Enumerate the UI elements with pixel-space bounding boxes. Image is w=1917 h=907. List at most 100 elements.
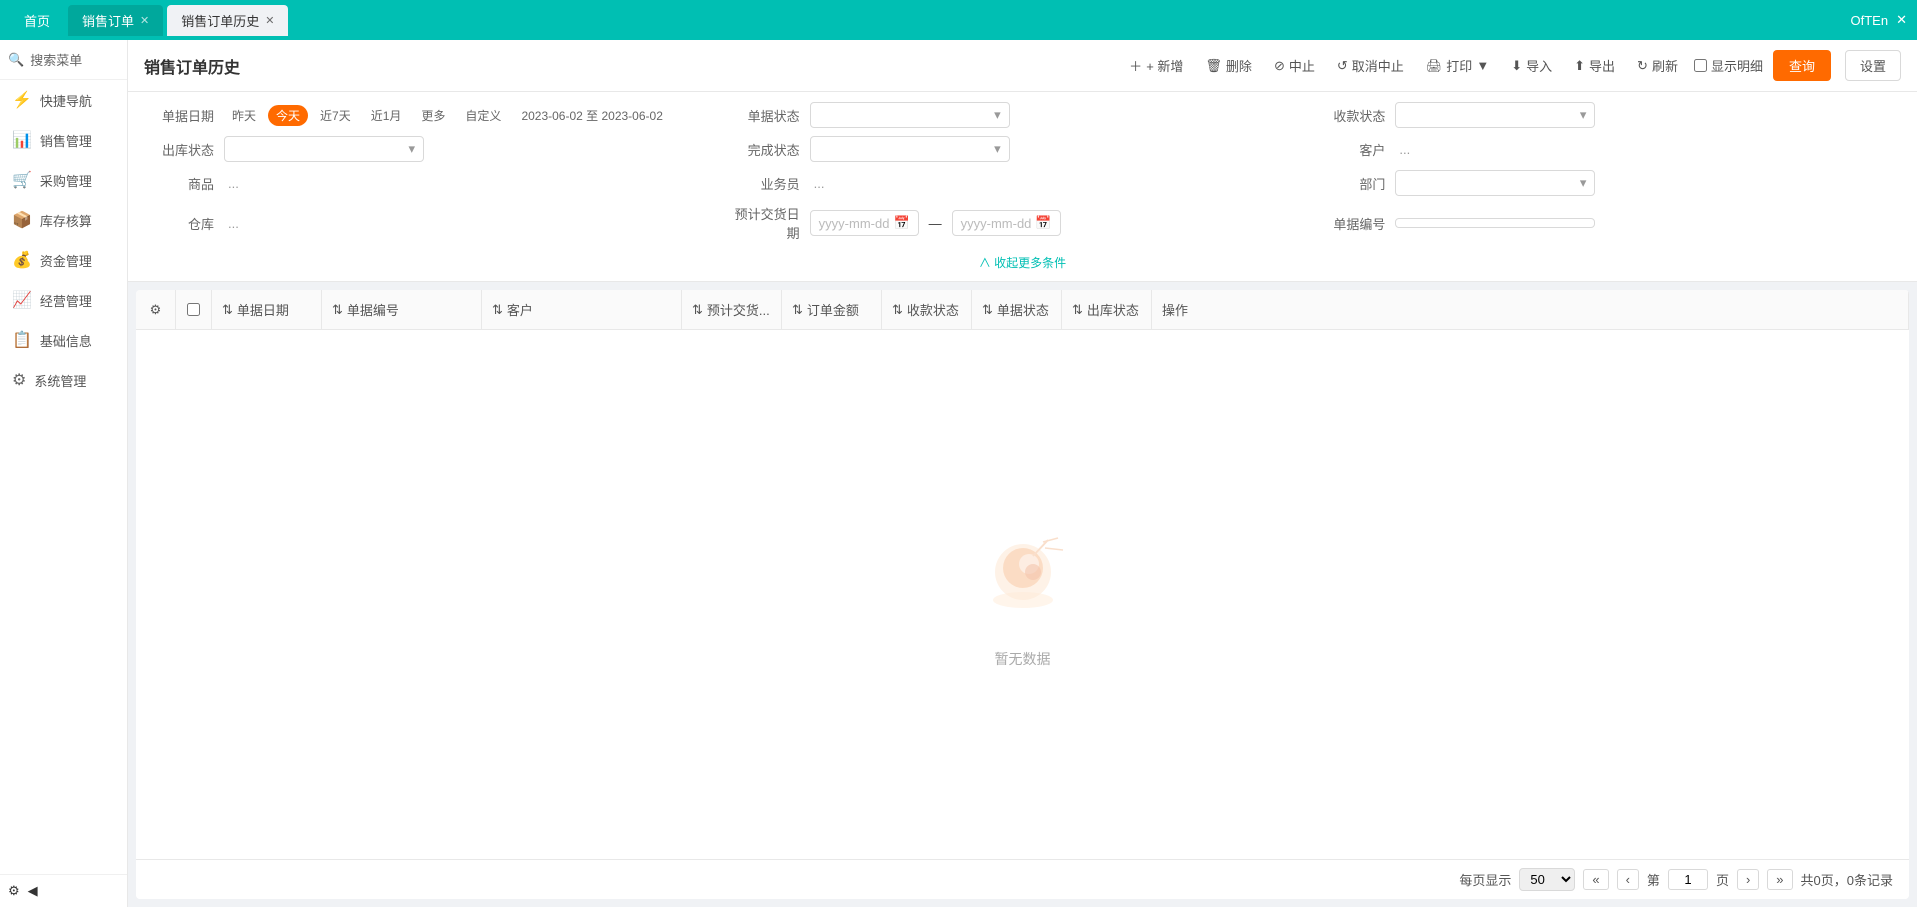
payment-status-label: 收款状态 [1315,106,1395,125]
sidebar-bottom: ⚙ ◀ [0,874,127,907]
sidebar-item-label: 采购管理 [40,171,92,190]
warehouse-select[interactable]: ... [228,216,239,231]
filter-row-1: 单据日期 昨天 今天 近7天 近1月 更多 自定义 2023-06-02 至 2… [144,102,1901,128]
order-status-label: 单据状态 [730,106,810,125]
content-area: 销售订单历史 ＋ + 新增 🗑 删除 ⊘ 中止 ↺ 取消中止 [128,40,1917,907]
sidebar-item-sales[interactable]: 📊 销售管理 [0,120,127,160]
tab-home[interactable]: 首页 [10,5,64,36]
close-tab-sales-order[interactable]: ✕ [140,14,149,27]
sidebar-settings-icon[interactable]: ⚙ [8,883,20,899]
th-status[interactable]: ⇅ 单据状态 [972,290,1062,329]
sidebar-item-inventory[interactable]: 📦 库存核算 [0,200,127,240]
warehouse-status-label: 出库状态 [144,140,224,159]
payment-status-arrow: ▾ [1580,107,1587,123]
sidebar-item-quick-nav[interactable]: ⚡ 快捷导航 [0,80,127,120]
export-button[interactable]: ⬆ 导出 [1568,52,1621,79]
th-settings[interactable]: ⚙ [136,290,176,329]
sidebar-item-system[interactable]: ⚙ 系统管理 [0,360,127,400]
collapse-bar[interactable]: ∧ 收起更多条件 [144,250,1901,271]
cancel-stop-icon: ↺ [1337,58,1348,74]
top-close-btn[interactable]: ✕ [1896,12,1907,28]
new-button[interactable]: ＋ + 新增 [1123,52,1189,79]
display-detail-check[interactable]: 显示明细 [1694,56,1763,75]
refresh-button[interactable]: ↻ 刷新 [1631,52,1684,79]
sidebar-item-label: 销售管理 [40,131,92,150]
complete-status-select[interactable]: ▾ [810,136,1010,162]
department-label: 部门 [1315,174,1395,193]
settings-icon: ⚙ [150,302,162,318]
th-checkbox[interactable] [176,290,212,329]
prev-page-button[interactable]: ‹ [1617,869,1639,890]
sidebar-item-management[interactable]: 📈 经营管理 [0,280,127,320]
date-label: 单据日期 [144,106,224,125]
delete-icon: 🗑 [1205,58,1222,74]
department-select[interactable]: ▾ [1395,170,1595,196]
stop-button[interactable]: ⊘ 中止 [1268,52,1321,79]
th-warehouse-status[interactable]: ⇅ 出库状态 [1062,290,1152,329]
system-icon: ⚙ [12,370,26,390]
next-page-button[interactable]: › [1737,869,1759,890]
print-arrow-icon: ▼ [1476,58,1489,73]
sidebar-collapse-icon[interactable]: ◀ [28,883,38,899]
warehouse-status-select[interactable]: ▾ [224,136,424,162]
sidebar-item-finance[interactable]: 💰 资金管理 [0,240,127,280]
delete-button[interactable]: 🗑 删除 [1199,52,1258,79]
th-order[interactable]: ⇅ 单据编号 [322,290,482,329]
filter-area: 单据日期 昨天 今天 近7天 近1月 更多 自定义 2023-06-02 至 2… [128,92,1917,282]
page-title: 销售订单历史 [144,54,240,78]
quick-nav-icon: ⚡ [12,90,32,110]
page-label: 第 [1647,870,1660,889]
pill-custom[interactable]: 自定义 [457,105,509,126]
last-page-button[interactable]: » [1767,869,1792,890]
sort-icon: ⇅ [492,302,503,318]
toolbar: ＋ + 新增 🗑 删除 ⊘ 中止 ↺ 取消中止 🖨 打印 [1123,50,1901,81]
sidebar-search-label: 搜索菜单 [30,50,82,69]
th-payment[interactable]: ⇅ 收款状态 [882,290,972,329]
page-number-input[interactable] [1668,869,1708,890]
pill-yesterday[interactable]: 昨天 [224,105,264,126]
order-status-select[interactable]: ▾ [810,102,1010,128]
export-icon: ⬆ [1574,58,1585,74]
tab-sales-order[interactable]: 销售订单 ✕ [68,5,163,36]
th-action: 操作 [1152,290,1909,329]
pill-more[interactable]: 更多 [413,105,453,126]
payment-status-select[interactable]: ▾ [1395,102,1595,128]
display-detail-checkbox[interactable] [1694,59,1707,72]
sidebar-search[interactable]: 🔍 搜索菜单 [0,40,127,80]
setting-button[interactable]: 设置 [1845,50,1901,81]
page-size-select[interactable]: 50 10 20 100 [1519,868,1575,891]
order-number-input[interactable] [1395,218,1595,228]
delivery-date-from[interactable]: yyyy-mm-dd 📅 [810,210,919,236]
department-content: ▾ [1395,170,1901,196]
cancel-stop-button[interactable]: ↺ 取消中止 [1331,52,1410,79]
pill-7days[interactable]: 近7天 [312,105,359,126]
salesperson-select[interactable]: ... [814,176,825,191]
first-page-button[interactable]: « [1583,869,1608,890]
product-select[interactable]: ... [228,176,239,191]
th-date[interactable]: ⇅ 单据日期 [212,290,322,329]
delivery-date-to[interactable]: yyyy-mm-dd 📅 [952,210,1061,236]
print-button[interactable]: 🖨 打印 ▼ [1420,52,1495,79]
sort-icon: ⇅ [982,302,993,318]
sidebar-item-purchase[interactable]: 🛒 采购管理 [0,160,127,200]
pill-today[interactable]: 今天 [268,105,308,126]
delivery-date-content: yyyy-mm-dd 📅 — yyyy-mm-dd 📅 [810,210,1316,236]
date-pills: 昨天 今天 近7天 近1月 更多 自定义 [224,105,509,126]
top-right: OfTEn ✕ [1851,12,1907,28]
customer-select[interactable]: ... [1399,142,1410,157]
customer-label: 客户 [1315,140,1395,159]
top-bar: 首页 销售订单 ✕ 销售订单历史 ✕ OfTEn ✕ [0,0,1917,40]
th-amount[interactable]: ⇅ 订单金额 [782,290,882,329]
tab-sales-order-history[interactable]: 销售订单历史 ✕ [167,5,288,36]
select-all-checkbox[interactable] [187,303,200,316]
import-button[interactable]: ⬇ 导入 [1505,52,1558,79]
th-customer[interactable]: ⇅ 客户 [482,290,682,329]
per-page-label: 每页显示 [1459,870,1511,889]
query-button[interactable]: 查询 [1773,50,1831,81]
close-tab-history[interactable]: ✕ [265,14,274,27]
product-content: ... [224,176,730,191]
pill-1month[interactable]: 近1月 [363,105,410,126]
sidebar-item-label: 经营管理 [40,291,92,310]
sidebar-item-basic-info[interactable]: 📋 基础信息 [0,320,127,360]
th-delivery[interactable]: ⇅ 预计交货... [682,290,782,329]
